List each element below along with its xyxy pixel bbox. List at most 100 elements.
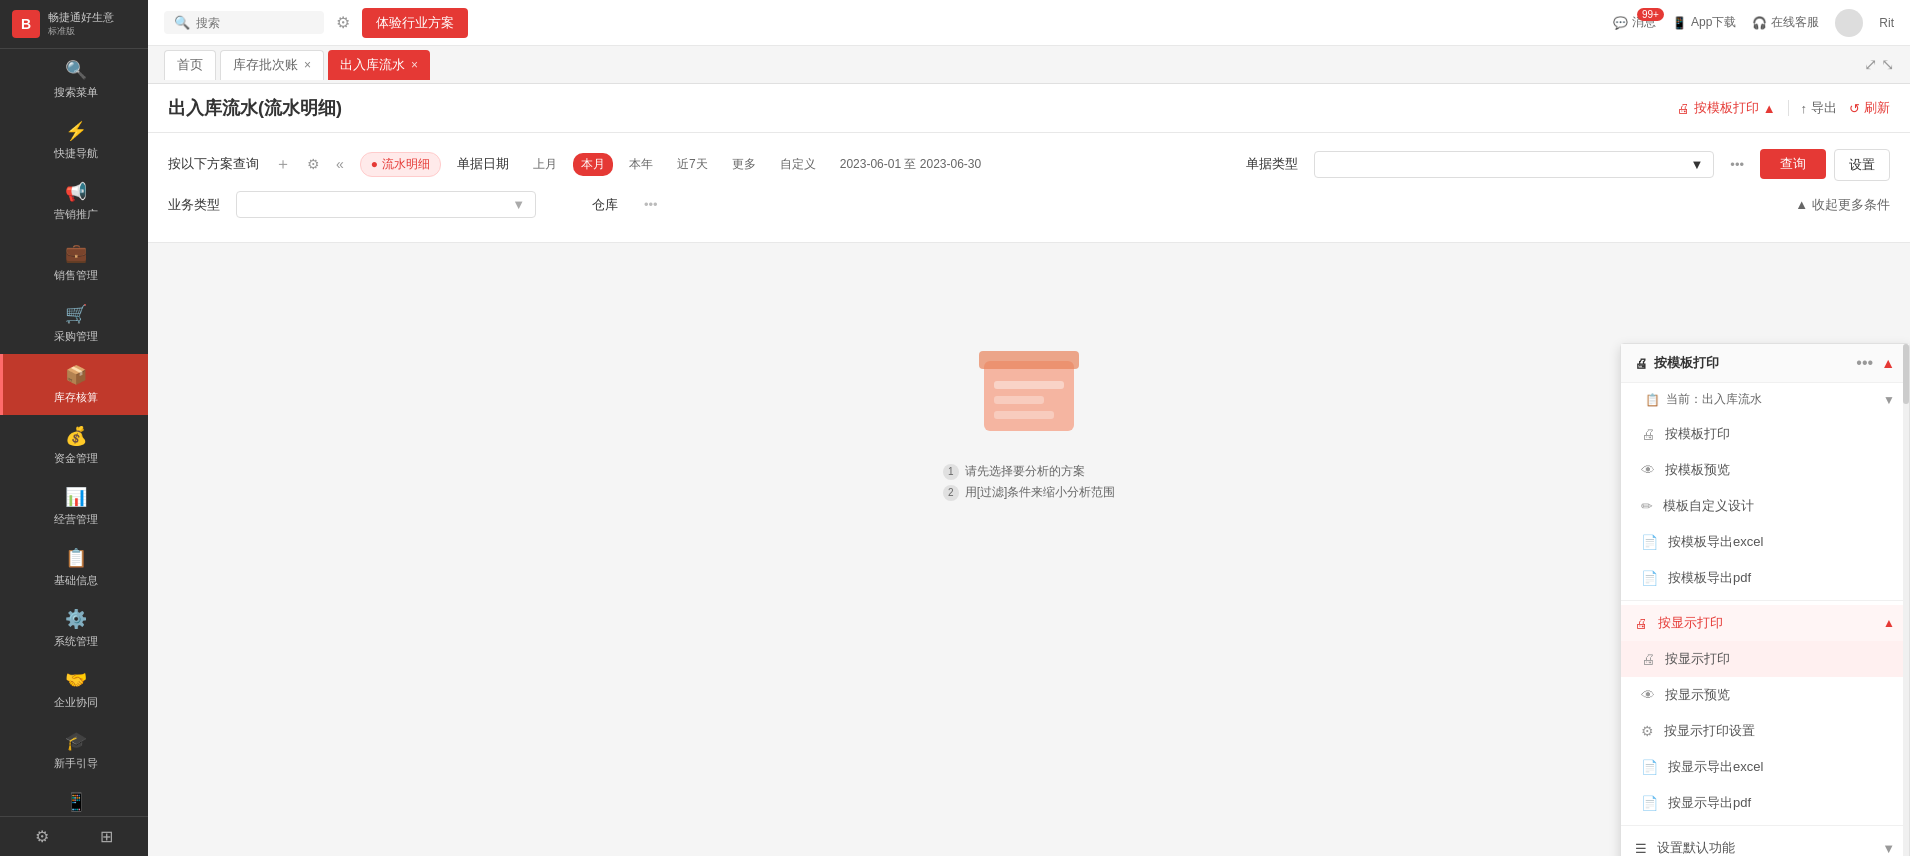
tab-inout-flow-close[interactable]: × [411, 58, 418, 72]
guide-icon: 🎓 [65, 730, 87, 752]
dropdown-separator-2 [1621, 825, 1909, 826]
username-label[interactable]: Rit [1879, 16, 1894, 30]
header-gear-icon[interactable]: ⚙ [336, 13, 350, 32]
dropdown-item-template-pdf[interactable]: 📄 按模板导出pdf [1621, 560, 1909, 596]
marketing-icon: 📢 [65, 181, 87, 203]
print-arrow-icon: ▲ [1763, 101, 1776, 116]
filter-tag-flow[interactable]: ● 流水明细 [360, 152, 441, 177]
sidebar-item-marketing[interactable]: 📢 营销推广 [0, 171, 148, 232]
refresh-button[interactable]: ↺ 刷新 [1849, 99, 1890, 117]
search-icon: 🔍 [174, 15, 190, 30]
basic-label: 基础信息 [54, 573, 98, 588]
business-label: 业务类型 [168, 196, 220, 214]
trial-button[interactable]: 体验行业方案 [362, 8, 468, 38]
settings-icon[interactable]: ⚙ [35, 827, 49, 846]
online-service-button[interactable]: 🎧 在线客服 [1752, 14, 1819, 31]
svg-rect-1 [979, 351, 1079, 369]
logo-badge: 标准版 [48, 25, 114, 38]
tab-inout-flow[interactable]: 出入库流水 × [328, 50, 430, 80]
dropdown-collapse-icon[interactable]: ▲ [1881, 355, 1895, 371]
dropdown-item-display-pdf[interactable]: 📄 按显示导出pdf [1621, 785, 1909, 821]
dropdown-section-display[interactable]: 🖨 按显示打印 ▲ [1621, 605, 1909, 641]
date-btn-custom[interactable]: 自定义 [772, 153, 824, 176]
sidebar-item-inventory[interactable]: 📦 库存核算 [0, 354, 148, 415]
print-button[interactable]: 🖨 按模板打印 ▲ [1677, 99, 1776, 117]
filter-collapse-icon[interactable]: « [336, 156, 344, 172]
tab-batch-account[interactable]: 库存批次账 × [220, 50, 324, 80]
header-search-box[interactable]: 🔍 [164, 11, 324, 34]
dropdown-title-label: 按模板打印 [1654, 354, 1719, 372]
operations-label: 经营管理 [54, 512, 98, 527]
tab-shrink-icon[interactable]: ⤡ [1881, 55, 1894, 74]
date-btn-this-month[interactable]: 本月 [573, 153, 613, 176]
message-button[interactable]: 💬 消息 99+ [1613, 14, 1656, 31]
template-pdf-icon: 📄 [1641, 570, 1658, 586]
export-icon: ↑ [1801, 101, 1808, 116]
search-input[interactable] [196, 16, 296, 30]
empty-steps: 1 请先选择要分析的方案 2 用[过滤]条件来缩小分析范围 [943, 459, 1116, 505]
collapse-icon[interactable]: ⊞ [100, 827, 113, 846]
tab-batch-account-label: 库存批次账 [233, 56, 298, 74]
dropdown-item-template-customize[interactable]: ✏ 模板自定义设计 [1621, 488, 1909, 524]
sidebar-item-apps[interactable]: 📱 应用中心 [0, 781, 148, 816]
filter-settings-icon[interactable]: ⚙ [307, 156, 320, 172]
dropdown-item-display-print[interactable]: 🖨 按显示打印 [1621, 641, 1909, 677]
sidebar-scroll: 🔍 搜索菜单 ⚡ 快捷导航 📢 营销推广 💼 销售管理 🛒 采购管理 📦 库存核… [0, 49, 148, 816]
dropdown-item-template-print[interactable]: 🖨 按模板打印 [1621, 416, 1909, 452]
dropdown-header-right: ••• ▲ [1856, 354, 1895, 372]
dropdown-item-display-settings[interactable]: ⚙ 按显示打印设置 [1621, 713, 1909, 749]
dropdown-item-template-excel[interactable]: 📄 按模板导出excel [1621, 524, 1909, 560]
inventory-icon: 📦 [65, 364, 87, 386]
template-preview-label: 按模板预览 [1665, 461, 1730, 479]
date-btn-7days[interactable]: 近7天 [669, 153, 716, 176]
export-button[interactable]: ↑ 导出 [1801, 99, 1838, 117]
dropdown-header: 🖨 按模板打印 ••• ▲ [1621, 344, 1909, 383]
tab-batch-account-close[interactable]: × [304, 58, 311, 72]
sidebar-item-cooperation[interactable]: 🤝 企业协同 [0, 659, 148, 720]
date-btn-last-month[interactable]: 上月 [525, 153, 565, 176]
tab-bar: 首页 库存批次账 × 出入库流水 × ⤢ ⤡ [148, 46, 1910, 84]
date-btn-more[interactable]: 更多 [724, 153, 764, 176]
service-label: 在线客服 [1771, 14, 1819, 31]
sales-label: 销售管理 [54, 268, 98, 283]
step-1-num: 1 [943, 464, 959, 480]
voucher-more-icon[interactable]: ••• [1730, 157, 1744, 172]
page-header: 出入库流水(流水明细) 🖨 按模板打印 ▲ ↑ 导出 ↺ 刷新 [148, 84, 1910, 133]
cooperation-icon: 🤝 [65, 669, 87, 691]
sidebar-item-sales[interactable]: 💼 销售管理 [0, 232, 148, 293]
empty-image [969, 331, 1089, 451]
sidebar-item-finance[interactable]: 💰 资金管理 [0, 415, 148, 476]
sidebar-item-basic[interactable]: 📋 基础信息 [0, 537, 148, 598]
query-button[interactable]: 查询 [1760, 149, 1826, 179]
filter-tag-label: 流水明细 [382, 156, 430, 173]
sidebar-item-quick-nav[interactable]: ⚡ 快捷导航 [0, 110, 148, 171]
dropdown-footer-item[interactable]: ☰ 设置默认功能 ▼ [1621, 830, 1909, 856]
app-download-button[interactable]: 📱 App下载 [1672, 14, 1736, 31]
dropdown-scrollbar[interactable] [1903, 344, 1909, 856]
sidebar-item-purchase[interactable]: 🛒 采购管理 [0, 293, 148, 354]
date-btn-this-year[interactable]: 本年 [621, 153, 661, 176]
dropdown-more-icon[interactable]: ••• [1856, 354, 1873, 372]
tab-expand-icon[interactable]: ⤢ [1864, 55, 1877, 74]
voucher-type-select[interactable]: ▼ [1314, 151, 1714, 178]
sidebar-item-operations[interactable]: 📊 经营管理 [0, 476, 148, 537]
sidebar-item-guide[interactable]: 🎓 新手引导 [0, 720, 148, 781]
dropdown-item-display-excel[interactable]: 📄 按显示导出excel [1621, 749, 1909, 785]
inventory-label: 库存核算 [54, 390, 98, 405]
sidebar-item-search[interactable]: 🔍 搜索菜单 [0, 49, 148, 110]
warehouse-select[interactable]: ••• [634, 192, 934, 217]
svg-rect-3 [994, 396, 1044, 404]
cooperation-label: 企业协同 [54, 695, 98, 710]
avatar[interactable] [1835, 9, 1863, 37]
display-preview-icon: 👁 [1641, 687, 1655, 703]
tab-home[interactable]: 首页 [164, 50, 216, 80]
refresh-icon: ↺ [1849, 101, 1860, 116]
dropdown-scrollbar-thumb[interactable] [1903, 344, 1909, 404]
sidebar-item-system[interactable]: ⚙️ 系统管理 [0, 598, 148, 659]
filter-add-button[interactable]: ＋ [275, 154, 291, 175]
collapse-button[interactable]: ▲ 收起更多条件 [1795, 196, 1890, 214]
dropdown-item-display-preview[interactable]: 👁 按显示预览 [1621, 677, 1909, 713]
business-type-select[interactable]: ▼ [236, 191, 536, 218]
dropdown-item-template-preview[interactable]: 👁 按模板预览 [1621, 452, 1909, 488]
setting-button[interactable]: 设置 [1834, 149, 1890, 181]
